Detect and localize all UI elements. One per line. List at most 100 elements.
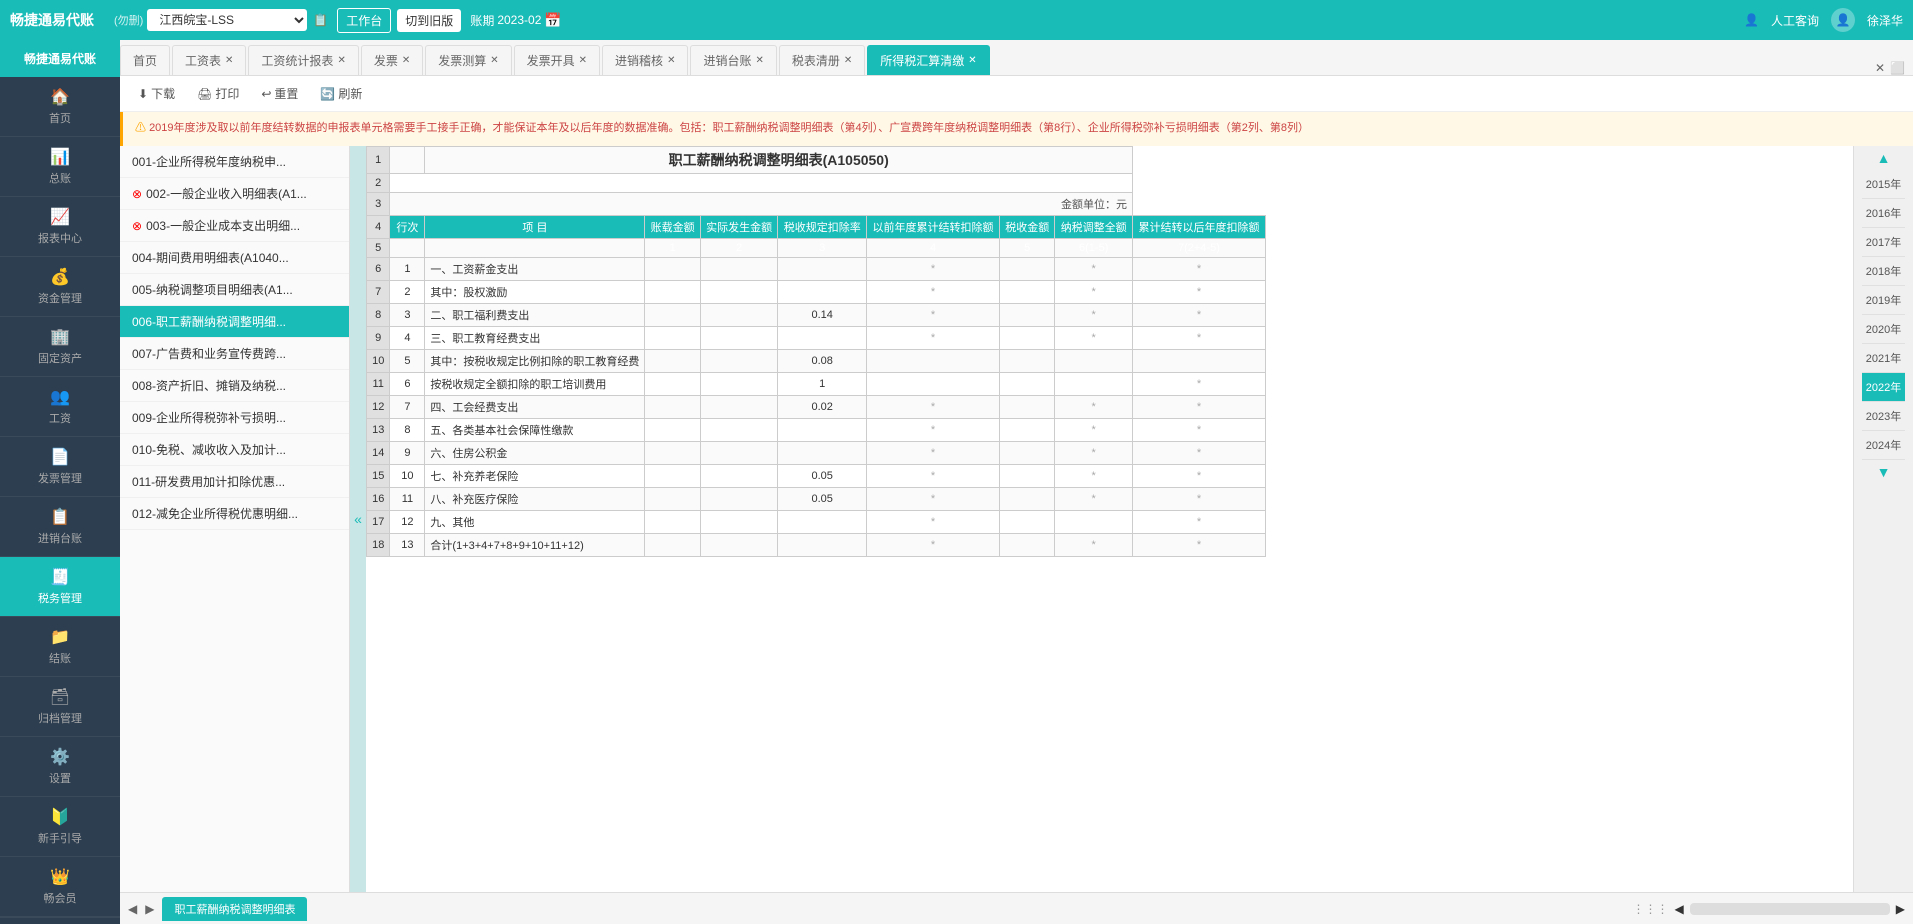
cell-c7[interactable]: * bbox=[1132, 533, 1265, 556]
tab-close-calc[interactable]: ✕ bbox=[490, 55, 498, 66]
cell-c4[interactable]: * bbox=[867, 326, 1000, 349]
cell-c7[interactable]: * bbox=[1132, 280, 1265, 303]
cell-item[interactable]: 按税收规定全额扣除的职工培训费用 bbox=[425, 372, 645, 395]
tab-invoice-open[interactable]: 发票开具✕ bbox=[514, 45, 600, 75]
cell-c3[interactable]: 0.05 bbox=[778, 487, 867, 510]
cell-c7[interactable]: * bbox=[1132, 418, 1265, 441]
cell-c1[interactable] bbox=[645, 280, 700, 303]
tab-close-ledger[interactable]: ✕ bbox=[755, 55, 763, 66]
sidebar-item-close[interactable]: 📁 结账 bbox=[0, 617, 120, 677]
cell-c2[interactable] bbox=[700, 510, 778, 533]
cell-item[interactable]: 合计(1+3+4+7+8+9+10+11+12) bbox=[425, 533, 645, 556]
cell-c2[interactable] bbox=[700, 372, 778, 395]
sidebar-item-ledger[interactable]: 📊 总账 bbox=[0, 137, 120, 197]
cell-c4[interactable]: * bbox=[867, 464, 1000, 487]
cell-c5[interactable] bbox=[1000, 533, 1055, 556]
user-label[interactable]: 徐泽华 bbox=[1867, 12, 1903, 29]
tab-close-payroll[interactable]: ✕ bbox=[225, 55, 233, 66]
tab-tax-book[interactable]: 税表清册✕ bbox=[779, 45, 865, 75]
cell-c1[interactable] bbox=[645, 326, 700, 349]
tab-close-invoice[interactable]: ✕ bbox=[402, 55, 410, 66]
year-nav-down[interactable]: ▼ bbox=[1873, 460, 1895, 484]
year-nav-item[interactable]: 2018年 bbox=[1862, 257, 1905, 286]
tab-payroll-stats[interactable]: 工资统计报表✕ bbox=[248, 45, 358, 75]
year-nav-item[interactable]: 2021年 bbox=[1862, 344, 1905, 373]
cell-c7[interactable]: * bbox=[1132, 372, 1265, 395]
cell-c5[interactable] bbox=[1000, 464, 1055, 487]
cell-c6[interactable]: * bbox=[1055, 418, 1133, 441]
cell-c6[interactable] bbox=[1055, 372, 1133, 395]
cell-c3[interactable]: 0.08 bbox=[778, 349, 867, 372]
year-nav-item[interactable]: 2016年 bbox=[1862, 199, 1905, 228]
prev-sheet-icon[interactable]: ◀ bbox=[128, 902, 137, 916]
form-list-item-008[interactable]: 008-资产折旧、摊销及纳税... bbox=[120, 370, 349, 402]
cell-c6[interactable] bbox=[1055, 510, 1133, 533]
form-list-item-003[interactable]: ⊗003-一般企业成本支出明细... bbox=[120, 210, 349, 242]
cell-c1[interactable] bbox=[645, 303, 700, 326]
cell-item[interactable]: 七、补充养老保险 bbox=[425, 464, 645, 487]
cell-c3[interactable]: 0.02 bbox=[778, 395, 867, 418]
year-nav-up[interactable]: ▲ bbox=[1873, 146, 1895, 170]
cell-c6[interactable]: * bbox=[1055, 257, 1133, 280]
cell-c2[interactable] bbox=[700, 464, 778, 487]
cell-c2[interactable] bbox=[700, 280, 778, 303]
cell-c3[interactable] bbox=[778, 326, 867, 349]
cell-c4[interactable]: * bbox=[867, 257, 1000, 280]
cell-c3[interactable] bbox=[778, 533, 867, 556]
cancel-fixed-button[interactable]: 📌 取消固定 bbox=[0, 917, 120, 924]
cell-c7[interactable]: * bbox=[1132, 510, 1265, 533]
cell-c3[interactable] bbox=[778, 441, 867, 464]
cell-c2[interactable] bbox=[700, 257, 778, 280]
cell-c6[interactable]: * bbox=[1055, 441, 1133, 464]
cell-c5[interactable] bbox=[1000, 326, 1055, 349]
cell-rownum[interactable]: 5 bbox=[390, 349, 425, 372]
form-list-item-001[interactable]: 001-企业所得税年度纳税申... bbox=[120, 146, 349, 178]
tab-income-tax[interactable]: 所得税汇算清缴✕ bbox=[867, 45, 989, 75]
cell-c7[interactable] bbox=[1132, 349, 1265, 372]
sidebar-item-assets[interactable]: 🏢 固定资产 bbox=[0, 317, 120, 377]
year-nav-item[interactable]: 2023年 bbox=[1862, 402, 1905, 431]
sheet-menu-icon[interactable]: ⋮⋮⋮ bbox=[1633, 902, 1669, 916]
cell-c6[interactable]: * bbox=[1055, 303, 1133, 326]
cell-c5[interactable] bbox=[1000, 487, 1055, 510]
collapse-button[interactable]: « bbox=[350, 146, 366, 892]
cell-c5[interactable] bbox=[1000, 510, 1055, 533]
tab-close-check[interactable]: ✕ bbox=[667, 55, 675, 66]
cell-c3[interactable] bbox=[778, 280, 867, 303]
cell-c1[interactable] bbox=[645, 510, 700, 533]
print-button[interactable]: 🖨 打印 bbox=[191, 82, 245, 105]
cell-c1[interactable] bbox=[645, 372, 700, 395]
cell-c4[interactable]: * bbox=[867, 303, 1000, 326]
sidebar-item-payroll[interactable]: 👥 工资 bbox=[0, 377, 120, 437]
cell-rownum[interactable]: 9 bbox=[390, 441, 425, 464]
form-list-item-002[interactable]: ⊗002-一般企业收入明细表(A1... bbox=[120, 178, 349, 210]
cell-c4[interactable]: * bbox=[867, 441, 1000, 464]
bottom-sheet-tab[interactable]: 职工薪酬纳税调整明细表 bbox=[162, 897, 307, 921]
sidebar-item-guide[interactable]: 🔰 新手引导 bbox=[0, 797, 120, 857]
form-list-item-009[interactable]: 009-企业所得税弥补亏损明... bbox=[120, 402, 349, 434]
download-button[interactable]: ⬇ 下载 bbox=[132, 82, 181, 105]
year-nav-item[interactable]: 2019年 bbox=[1862, 286, 1905, 315]
cell-c2[interactable] bbox=[700, 418, 778, 441]
year-nav-item[interactable]: 2022年 bbox=[1862, 373, 1905, 402]
scroll-left-icon[interactable]: ◀ bbox=[1675, 902, 1684, 916]
cell-rownum[interactable]: 1 bbox=[390, 257, 425, 280]
cell-c7[interactable]: * bbox=[1132, 303, 1265, 326]
form-list-item-010[interactable]: 010-免税、减收收入及加计... bbox=[120, 434, 349, 466]
cell-c5[interactable] bbox=[1000, 418, 1055, 441]
switch-period-button[interactable]: 切到旧版 bbox=[397, 9, 461, 32]
cell-c2[interactable] bbox=[700, 441, 778, 464]
cell-c7[interactable]: * bbox=[1132, 395, 1265, 418]
cell-c4[interactable]: * bbox=[867, 418, 1000, 441]
cell-c1[interactable] bbox=[645, 533, 700, 556]
tab-invoice[interactable]: 发票✕ bbox=[361, 45, 423, 75]
cell-rownum[interactable]: 2 bbox=[390, 280, 425, 303]
cell-rownum[interactable]: 6 bbox=[390, 372, 425, 395]
cell-c6[interactable]: * bbox=[1055, 395, 1133, 418]
cell-c7[interactable]: * bbox=[1132, 326, 1265, 349]
cell-c2[interactable] bbox=[700, 533, 778, 556]
cell-c4[interactable]: * bbox=[867, 510, 1000, 533]
cell-rownum[interactable]: 11 bbox=[390, 487, 425, 510]
cell-item[interactable]: 六、住房公积金 bbox=[425, 441, 645, 464]
cell-c2[interactable] bbox=[700, 395, 778, 418]
